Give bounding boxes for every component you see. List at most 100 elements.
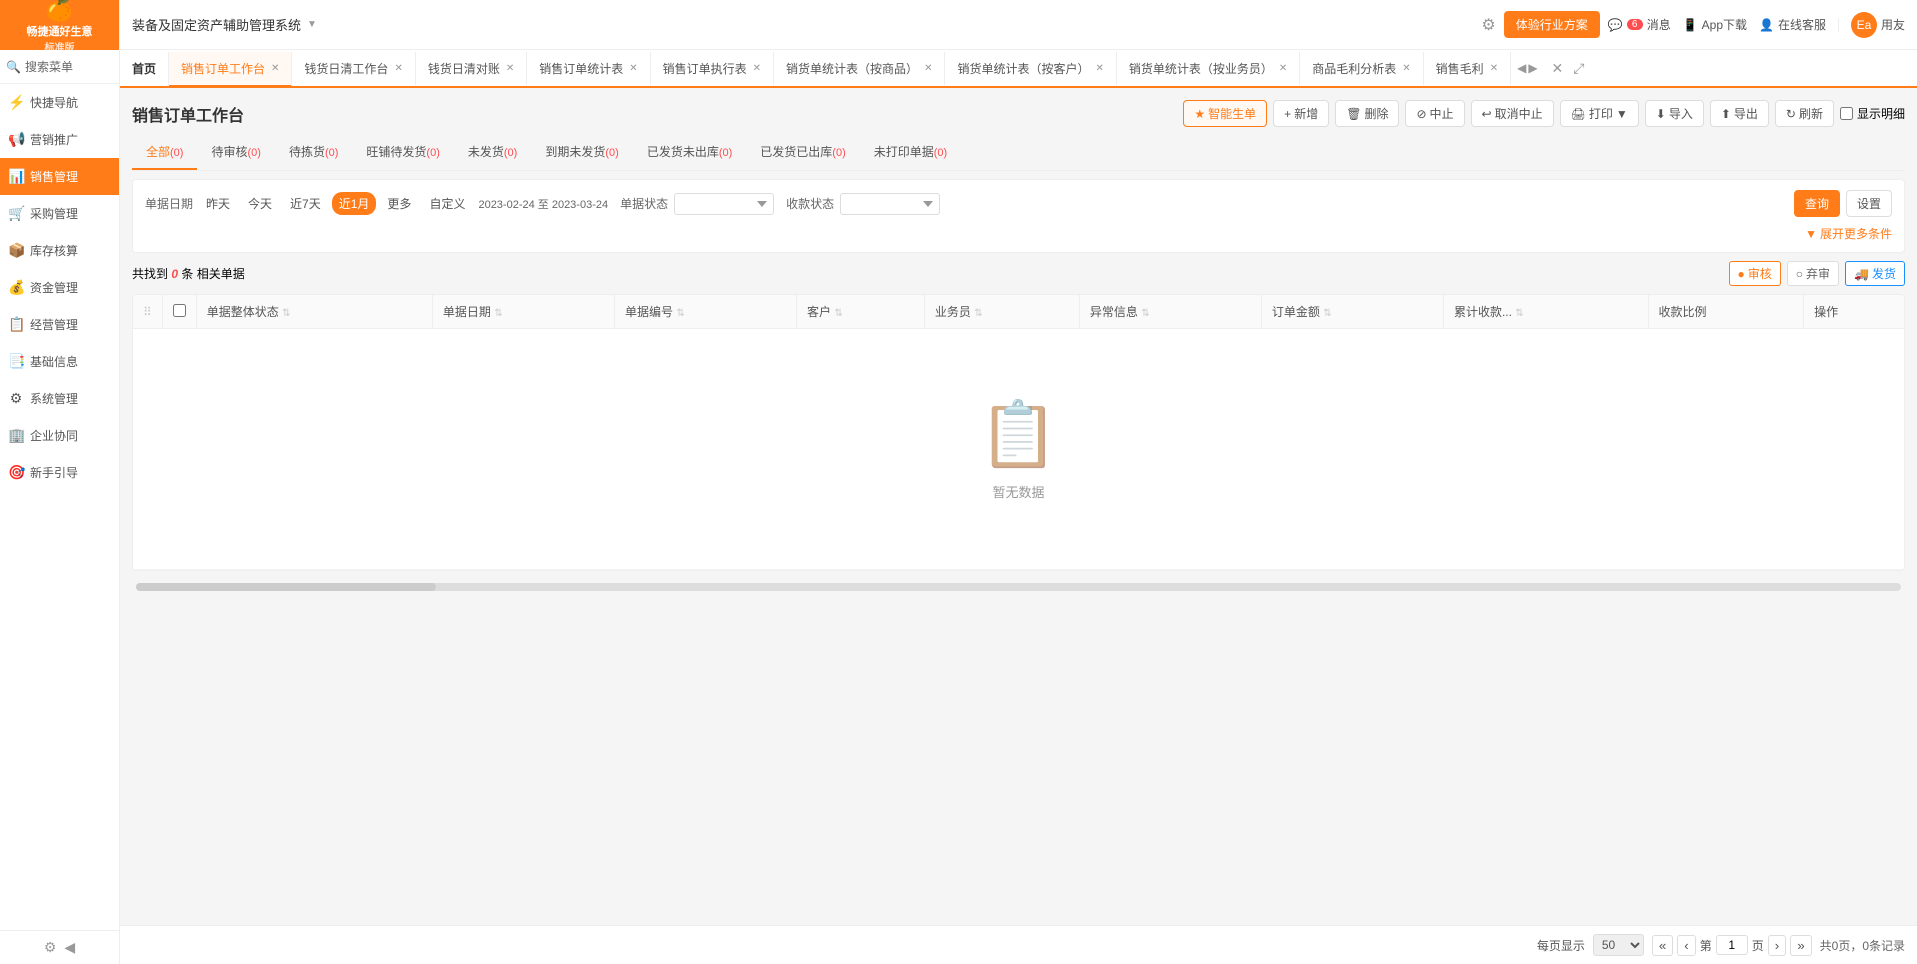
audit-btn[interactable]: ● 审核 [1729, 261, 1781, 286]
filter-tab-wangpu-shipping[interactable]: 旺铺待发货(0) [352, 135, 453, 170]
print-btn[interactable]: 🖨 打印 ▼ [1560, 100, 1639, 127]
scrollbar-track[interactable] [136, 583, 1901, 591]
sidebar-item-purchase[interactable]: 🛒采购管理 [0, 195, 119, 232]
sidebar-item-guide[interactable]: 🎯新手引导 [0, 454, 119, 491]
table-col-staff[interactable]: 业务员 ⇅ [924, 295, 1079, 329]
revoke-btn[interactable]: ○ 弃审 [1787, 261, 1839, 286]
tab-prev-icon[interactable]: ◀ [1517, 61, 1526, 75]
show-detail-checkbox[interactable] [1840, 107, 1853, 120]
message-btn[interactable]: 💬 6 消息 [1608, 16, 1671, 33]
tab-cash-reconcile[interactable]: 钱货日清对账✕ [416, 52, 527, 85]
ship-btn[interactable]: 🚚 发货 [1845, 261, 1905, 286]
date-opt-last1m[interactable]: 近1月 [332, 192, 377, 215]
date-opt-more[interactable]: 更多 [380, 192, 418, 215]
tab-sales-workbench[interactable]: 销售订单工作台✕ [169, 52, 292, 87]
date-opt-yesterday[interactable]: 昨天 [199, 192, 237, 215]
sidebar-item-finance[interactable]: 💰资金管理 [0, 269, 119, 306]
date-opt-last7[interactable]: 近7天 [283, 192, 328, 215]
tab-close-sales-stats-product[interactable]: ✕ [924, 63, 932, 74]
tab-sales-stats-product[interactable]: 销货单统计表（按商品）✕ [774, 52, 945, 85]
tab-close-cash-daily[interactable]: ✕ [394, 63, 402, 74]
import-btn[interactable]: ⬇ 导入 [1645, 100, 1704, 127]
table-col-amount[interactable]: 订单金额 ⇅ [1261, 295, 1443, 329]
tab-sales-exec[interactable]: 销售订单执行表✕ [651, 52, 774, 85]
filter-tab-pending-review[interactable]: 待审核(0) [197, 135, 274, 170]
online-service-btn[interactable]: 👤 在线客服 [1759, 16, 1826, 33]
tab-close-sales-stats-customer[interactable]: ✕ [1095, 63, 1103, 74]
online-service-label: 在线客服 [1778, 16, 1826, 33]
tab-sales-stats-staff[interactable]: 销货单统计表（按业务员）✕ [1117, 52, 1300, 85]
table-col-number[interactable]: 单据编号 ⇅ [614, 295, 796, 329]
tab-close-sales-workbench[interactable]: ✕ [271, 63, 279, 74]
tab-close-sales-exec[interactable]: ✕ [753, 63, 761, 74]
tab-home[interactable]: 首页 [120, 52, 169, 85]
last-page-btn[interactable]: » [1790, 935, 1811, 956]
filter-tab-shipped-not-out[interactable]: 已发货未出库(0) [633, 135, 746, 170]
setting-btn[interactable]: 设置 [1846, 190, 1892, 217]
delete-btn[interactable]: 🗑 删除 [1335, 100, 1399, 127]
tab-close-sales-stats-staff[interactable]: ✕ [1279, 63, 1287, 74]
stop-btn[interactable]: ⊘ 中止 [1405, 100, 1464, 127]
date-opt-custom[interactable]: 自定义 [422, 192, 472, 215]
sidebar-item-marketing[interactable]: 📢营销推广 [0, 121, 119, 158]
tabbar-nav[interactable]: ◀▶ [1511, 61, 1543, 75]
smart-generate-btn[interactable]: ★ 智能生单 [1183, 100, 1267, 127]
table-col-status[interactable]: 单据整体状态 ⇅ [196, 295, 432, 329]
sidebar-search[interactable]: 🔍 搜索菜单 [0, 50, 119, 84]
prev-page-btn[interactable]: ‹ [1677, 935, 1695, 956]
export-btn[interactable]: ⬆ 导出 [1710, 100, 1769, 127]
table-col-abnormal[interactable]: 异常信息 ⇅ [1079, 295, 1261, 329]
sidebar-item-enterprise[interactable]: 🏢企业协同 [0, 417, 119, 454]
tab-close-product-profit[interactable]: ✕ [1402, 63, 1410, 74]
sidebar-item-basic-info[interactable]: 📑基础信息 [0, 343, 119, 380]
scrollbar-area[interactable] [132, 579, 1905, 595]
select-all-checkbox[interactable] [173, 304, 186, 317]
filter-tab-not-shipped[interactable]: 未发货(0) [454, 135, 531, 170]
status-select[interactable] [674, 193, 774, 215]
sidebar-item-operations[interactable]: 📋经营管理 [0, 306, 119, 343]
maximize-btn[interactable]: ⤢ [1569, 58, 1588, 79]
tab-close-cash-reconcile[interactable]: ✕ [506, 63, 514, 74]
sidebar-item-sales[interactable]: 📊销售管理 [0, 158, 119, 195]
filter-tab-pending-pickup[interactable]: 待拣货(0) [275, 135, 352, 170]
cancel-stop-btn[interactable]: ↩ 取消中止 [1471, 100, 1554, 127]
tab-next-icon[interactable]: ▶ [1528, 61, 1537, 75]
filter-tab-expired-not-shipped[interactable]: 到期未发货(0) [531, 135, 632, 170]
table-col-date[interactable]: 单据日期 ⇅ [432, 295, 614, 329]
filter-tab-label-shipped-not-out: 已发货未出库 [647, 145, 719, 159]
current-page-input[interactable] [1716, 935, 1748, 955]
topbar-gear-icon[interactable]: ⚙ [1481, 15, 1495, 35]
sidebar-item-quick-nav[interactable]: ⚡快捷导航 [0, 84, 119, 121]
tab-close-sales-revenue[interactable]: ✕ [1490, 63, 1498, 74]
table-col-received[interactable]: 累计收款... ⇅ [1443, 295, 1648, 329]
scrollbar-thumb[interactable] [136, 583, 436, 591]
tab-sales-revenue[interactable]: 销售毛利✕ [1424, 52, 1511, 85]
filter-tab-all[interactable]: 全部(0) [132, 135, 197, 170]
sidebar-item-inventory[interactable]: 📦库存核算 [0, 232, 119, 269]
query-btn[interactable]: 查询 [1794, 190, 1840, 217]
collapse-icon[interactable]: ◀ [64, 939, 75, 956]
first-page-btn[interactable]: « [1652, 935, 1673, 956]
industry-btn[interactable]: 体验行业方案 [1504, 11, 1600, 38]
app-download-btn[interactable]: 📱 App下载 [1683, 16, 1747, 33]
tab-sales-stats[interactable]: 销售订单统计表✕ [527, 52, 650, 85]
expand-filter-btn[interactable]: ▼ 展开更多条件 [1805, 225, 1892, 242]
page-size-select[interactable]: 102050100 [1593, 934, 1644, 956]
filter-tab-shipped-out[interactable]: 已发货已出库(0) [746, 135, 859, 170]
tab-sales-stats-customer[interactable]: 销货单统计表（按客户）✕ [945, 52, 1116, 85]
user-area[interactable]: Ea 用友 [1851, 12, 1905, 38]
tab-cash-daily[interactable]: 钱货日清工作台✕ [292, 52, 415, 85]
table-col-customer[interactable]: 客户 ⇅ [796, 295, 924, 329]
tab-product-profit[interactable]: 商品毛利分析表✕ [1300, 52, 1423, 85]
show-detail-label[interactable]: 显示明细 [1840, 105, 1905, 122]
filter-tab-not-printed[interactable]: 未打印单据(0) [860, 135, 961, 170]
settings-icon[interactable]: ⚙ [44, 939, 57, 956]
date-opt-today[interactable]: 今天 [241, 192, 279, 215]
payment-select[interactable] [840, 193, 940, 215]
next-page-btn[interactable]: › [1768, 935, 1786, 956]
add-btn[interactable]: + 新增 [1273, 100, 1329, 127]
refresh-btn[interactable]: ↻ 刷新 [1775, 100, 1834, 127]
sidebar-item-system[interactable]: ⚙系统管理 [0, 380, 119, 417]
tab-close-sales-stats[interactable]: ✕ [629, 63, 637, 74]
close-all-tabs-btn[interactable]: ✕ [1548, 58, 1568, 79]
